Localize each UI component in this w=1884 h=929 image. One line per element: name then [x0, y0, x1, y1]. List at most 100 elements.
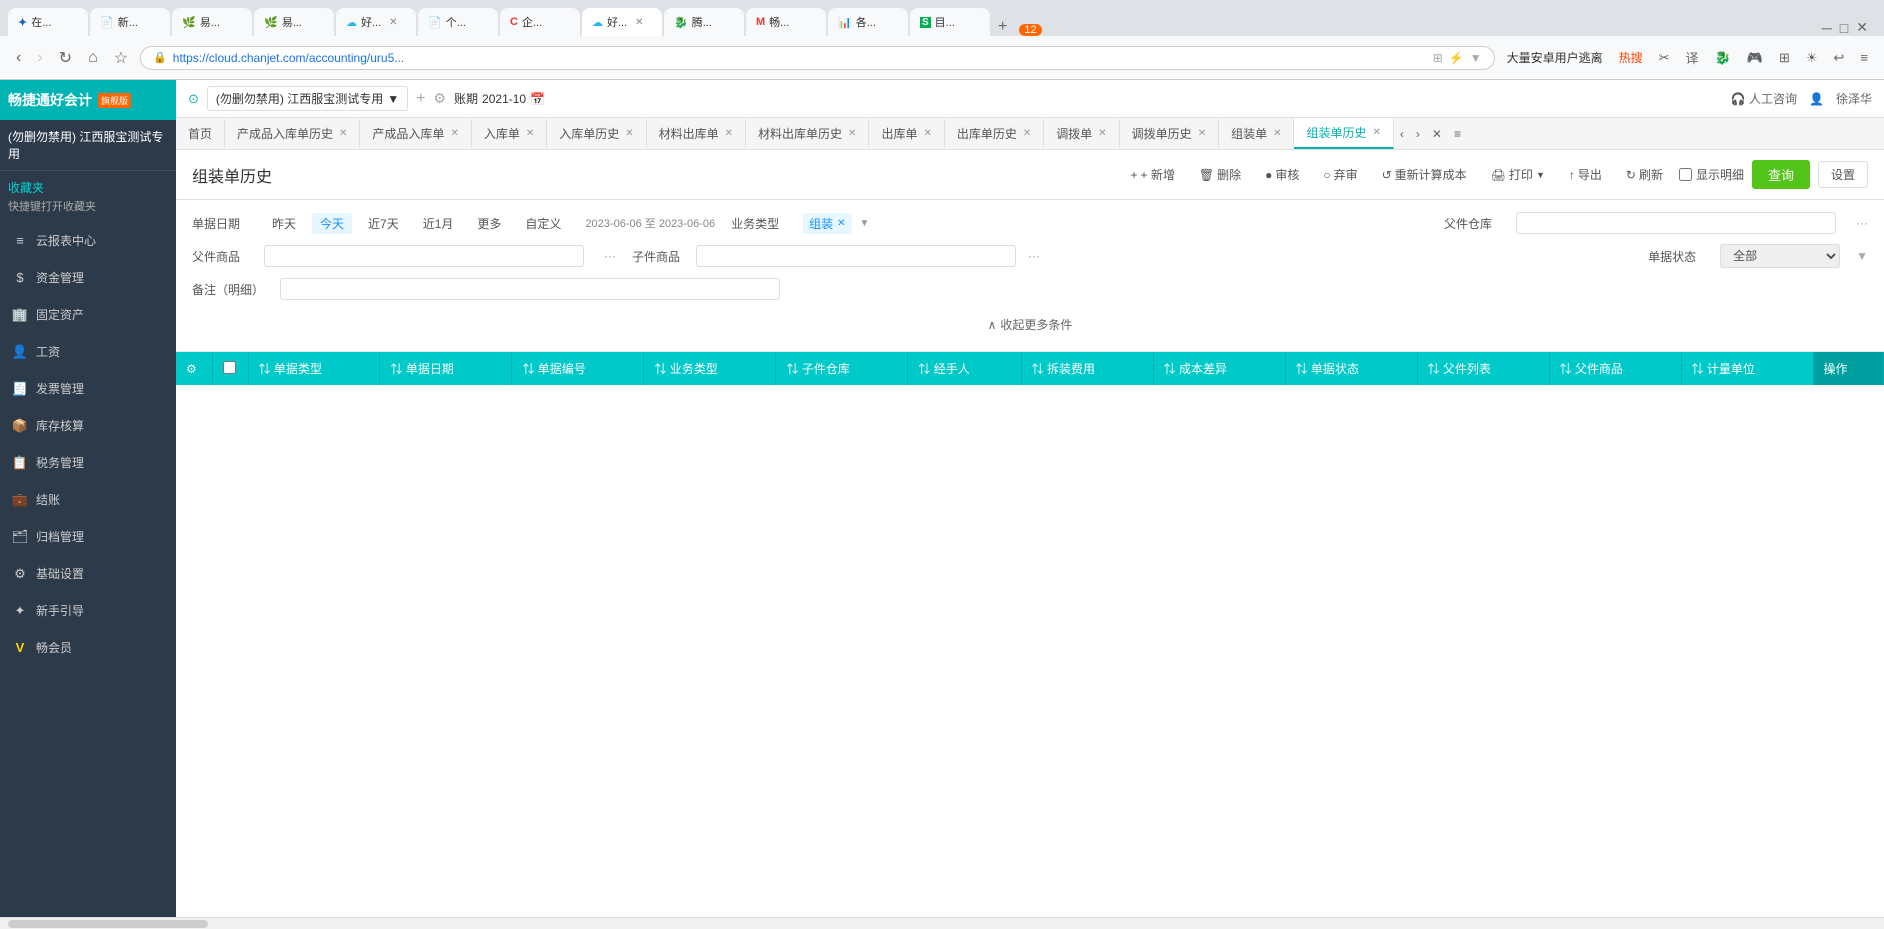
select-all-checkbox[interactable] [223, 361, 236, 374]
tabs-next-button[interactable]: › [1410, 121, 1426, 147]
sidebar-item-salary[interactable]: 👤 工资 [0, 333, 176, 370]
browser-tab-10[interactable]: M 畅... [746, 8, 826, 36]
date-more-btn[interactable]: 更多 [469, 213, 509, 234]
maximize-button[interactable]: □ [1840, 20, 1848, 36]
page-tab-adjust-history[interactable]: 调拨单历史 ✕ [1120, 119, 1219, 148]
col-number[interactable]: ⇅ 单据编号 [512, 352, 644, 385]
page-tab-close-adjust[interactable]: ✕ [1098, 128, 1106, 139]
customer-service-btn[interactable]: 🎧 人工咨询 [1731, 90, 1797, 107]
sub-commodity-more[interactable]: ··· [1028, 249, 1040, 263]
bookmark-button[interactable]: ☆ [110, 44, 132, 72]
col-parent-commodity[interactable]: ⇅ 父件商品 [1549, 352, 1681, 385]
page-tab-close-material-out[interactable]: ✕ [725, 128, 733, 139]
page-tab-adjust[interactable]: 调拨单 ✕ [1044, 119, 1119, 148]
menu-icon[interactable]: ≡ [1856, 48, 1872, 67]
delete-button[interactable]: 🗑 删除 [1191, 162, 1249, 187]
browser-tab-11[interactable]: 📊 各... [828, 8, 908, 36]
sidebar-item-invoice-mgmt[interactable]: 🧾 发票管理 [0, 370, 176, 407]
date-today-btn[interactable]: 今天 [312, 213, 352, 234]
show-detail[interactable]: 显示明细 [1679, 166, 1744, 183]
history-icon[interactable]: ↩ [1830, 48, 1849, 68]
col-status[interactable]: ⇅ 单据状态 [1285, 352, 1417, 385]
page-tab-close-assembly-history[interactable]: ✕ [1373, 127, 1381, 138]
sidebar-favorites[interactable]: 收藏夹 快捷键打开收藏夹 [0, 171, 176, 222]
tab-close-8[interactable]: ✕ [635, 17, 643, 28]
page-tab-close-production-in-history[interactable]: ✕ [339, 128, 347, 139]
sidebar-item-fixed-assets[interactable]: 🏢 固定资产 [0, 296, 176, 333]
refresh-button[interactable]: ↻ 刷新 [1618, 162, 1671, 187]
page-tab-material-out-history[interactable]: 材料出库单历史 ✕ [746, 119, 869, 148]
page-tab-material-out[interactable]: 材料出库单 ✕ [647, 119, 746, 148]
close-window-button[interactable]: ✕ [1856, 19, 1868, 36]
date-yesterday-btn[interactable]: 昨天 [264, 213, 304, 234]
back-button[interactable]: ‹ [12, 45, 25, 71]
sidebar-item-cloud-report[interactable]: ≡ 云报表中心 [0, 222, 176, 259]
parent-commodity-input[interactable] [264, 245, 584, 267]
page-tab-production-in[interactable]: 产成品入库单 ✕ [360, 119, 471, 148]
status-select[interactable]: 全部 草稿 已审核 [1720, 244, 1840, 268]
parent-warehouse-more[interactable]: ··· [1856, 216, 1868, 230]
page-tab-close-in-order[interactable]: ✕ [526, 128, 534, 139]
browser-tab-3[interactable]: 🌿 易... [172, 8, 252, 36]
add-button[interactable]: + + 新增 [1122, 162, 1182, 187]
col-setting[interactable]: ⚙ [176, 352, 212, 385]
review-button[interactable]: ● 审核 [1257, 162, 1307, 187]
date-7days-btn[interactable]: 近7天 [360, 213, 407, 234]
settings-filter-button[interactable]: 设置 [1818, 161, 1868, 188]
browser-tab-1[interactable]: ✦ 在... [8, 8, 88, 36]
scissor-icon[interactable]: ✂ [1655, 48, 1674, 68]
tabs-more-button[interactable]: ≡ [1448, 121, 1467, 147]
show-detail-checkbox[interactable] [1679, 168, 1692, 181]
business-type-dropdown-arrow[interactable]: ▼ [860, 218, 870, 229]
page-tab-in-history[interactable]: 入库单历史 ✕ [547, 119, 646, 148]
remarks-input[interactable] [280, 278, 780, 300]
tabs-prev-button[interactable]: ‹ [1394, 121, 1410, 147]
sidebar-item-fund-mgmt[interactable]: $ 资金管理 [0, 259, 176, 296]
query-button[interactable]: 查询 [1752, 160, 1810, 189]
page-tab-close-out-order[interactable]: ✕ [923, 128, 931, 139]
col-cost-diff[interactable]: ⇅ 成本差异 [1153, 352, 1285, 385]
collapse-filter-btn[interactable]: ∧ 收起更多条件 [192, 310, 1868, 339]
col-date[interactable]: ⇅ 单据日期 [380, 352, 512, 385]
new-tab-button[interactable]: + [992, 18, 1013, 36]
extension-icon-1[interactable]: 🐉 [1711, 48, 1735, 68]
company-selector[interactable]: (勿删勿禁用) 江西服宝测试专用 ▼ [207, 86, 408, 111]
parent-warehouse-input[interactable] [1516, 212, 1836, 234]
date-1month-btn[interactable]: 近1月 [415, 213, 462, 234]
browser-tab-7[interactable]: C 企... [500, 8, 580, 36]
home-button[interactable]: ⌂ [84, 45, 102, 71]
browser-tab-6[interactable]: 📄 个... [418, 8, 498, 36]
sidebar-item-tax-mgmt[interactable]: 📋 税务管理 [0, 444, 176, 481]
sun-icon[interactable]: ☀ [1802, 48, 1822, 68]
grid-icon[interactable]: ⊞ [1775, 48, 1794, 68]
sidebar-item-new-guide[interactable]: ✦ 新手引导 [0, 592, 176, 629]
page-tab-in-order[interactable]: 入库单 ✕ [472, 119, 547, 148]
sidebar-item-checkout[interactable]: 💼 结账 [0, 481, 176, 518]
page-tab-home[interactable]: 首页 [176, 119, 225, 148]
extension-icon-2[interactable]: 🎮 [1743, 48, 1767, 68]
date-custom-btn[interactable]: 自定义 [517, 213, 569, 234]
page-tab-out-order[interactable]: 出库单 ✕ [869, 119, 944, 148]
horizontal-scrollbar[interactable] [0, 917, 1884, 929]
tabs-close-all-button[interactable]: ✕ [1426, 121, 1448, 147]
page-tab-assembly[interactable]: 组装单 ✕ [1219, 119, 1294, 148]
browser-tab-2[interactable]: 📄 新... [90, 8, 170, 36]
minimize-button[interactable]: ─ [1822, 20, 1832, 36]
browser-tab-4[interactable]: 🌿 易... [254, 8, 334, 36]
col-sub-warehouse[interactable]: ⇅ 子件仓库 [776, 352, 908, 385]
business-type-tag-close[interactable]: ✕ [837, 218, 845, 229]
print-button[interactable]: 🖨 打印 ▼ [1483, 162, 1553, 187]
period-selector[interactable]: 账期 2021-10 📅 [454, 90, 545, 107]
page-tab-production-in-history[interactable]: 产成品入库单历史 ✕ [225, 119, 360, 148]
browser-tab-8[interactable]: ☁ 好... ✕ [582, 8, 662, 36]
sidebar-company[interactable]: (勿删勿禁用) 江西服宝测试专用 [0, 120, 176, 171]
url-bar[interactable]: 🔒 https://cloud.chanjet.com/accounting/u… [140, 46, 1495, 70]
browser-tab-9[interactable]: 🐉 腾... [664, 8, 744, 36]
page-tab-close-out-history[interactable]: ✕ [1023, 128, 1031, 139]
reload-button[interactable]: ↻ [55, 44, 76, 72]
sidebar-item-inventory[interactable]: 📦 库存核算 [0, 407, 176, 444]
col-check[interactable] [212, 352, 248, 385]
forward-button[interactable]: › [33, 45, 46, 71]
page-tab-close-assembly[interactable]: ✕ [1273, 128, 1281, 139]
col-unit[interactable]: ⇅ 计量单位 [1681, 352, 1813, 385]
